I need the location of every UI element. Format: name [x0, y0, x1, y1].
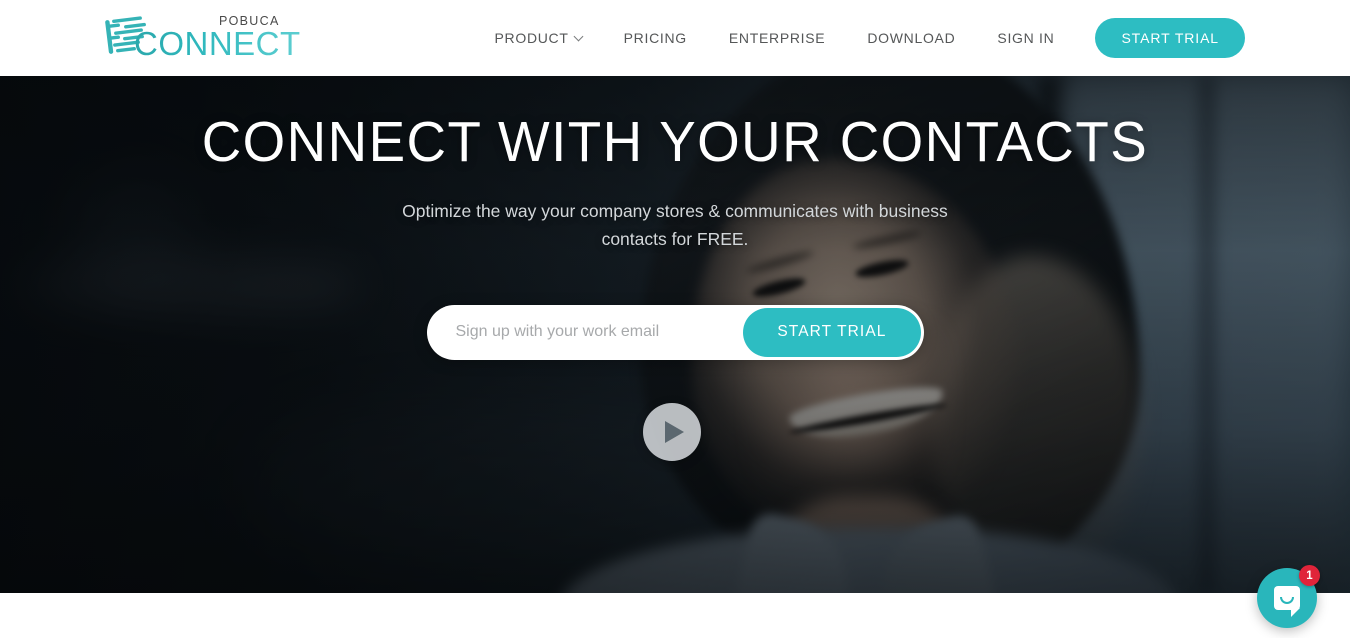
- nav-item-enterprise[interactable]: ENTERPRISE: [708, 30, 846, 46]
- site-header: POBUCA CONNECT PRODUCT PRICING ENTERPRIS…: [0, 0, 1350, 76]
- email-input[interactable]: [426, 305, 744, 359]
- nav-item-sign-in[interactable]: SIGN IN: [976, 30, 1075, 46]
- main-navigation: PRODUCT PRICING ENTERPRISE DOWNLOAD SIGN…: [474, 0, 1245, 76]
- logo-connect-text: CONNECT: [134, 25, 301, 62]
- hero-start-trial-button[interactable]: START TRIAL: [743, 307, 921, 357]
- below-fold-area: [0, 593, 1350, 638]
- nav-item-label: PRODUCT: [494, 30, 569, 46]
- nav-item-label: SIGN IN: [997, 30, 1055, 46]
- header-start-trial-button[interactable]: START TRIAL: [1095, 18, 1245, 58]
- chat-unread-badge: 1: [1299, 565, 1320, 586]
- hero-title: CONNECT WITH YOUR CONTACTS: [201, 110, 1149, 174]
- nav-item-product[interactable]: PRODUCT: [474, 30, 603, 46]
- logo-link[interactable]: POBUCA CONNECT: [105, 14, 335, 62]
- nav-item-label: DOWNLOAD: [867, 30, 956, 46]
- landing-page: POBUCA CONNECT PRODUCT PRICING ENTERPRIS…: [0, 0, 1350, 638]
- play-icon: [665, 420, 684, 443]
- hero-subtitle: Optimize the way your company stores & c…: [402, 201, 948, 250]
- chevron-down-icon: [573, 31, 584, 41]
- nav-item-download[interactable]: DOWNLOAD: [846, 30, 976, 46]
- hero-section: CONNECT WITH YOUR CONTACTS Optimize the …: [0, 76, 1350, 593]
- chat-widget-button[interactable]: 1: [1257, 565, 1320, 628]
- nav-item-label: ENTERPRISE: [728, 30, 826, 46]
- nav-item-label: PRICING: [623, 30, 687, 46]
- signup-form: START TRIAL: [426, 304, 924, 360]
- nav-item-pricing[interactable]: PRICING: [603, 30, 708, 46]
- play-video-button[interactable]: [643, 402, 701, 461]
- chat-bubble-smile-icon: [1274, 586, 1300, 617]
